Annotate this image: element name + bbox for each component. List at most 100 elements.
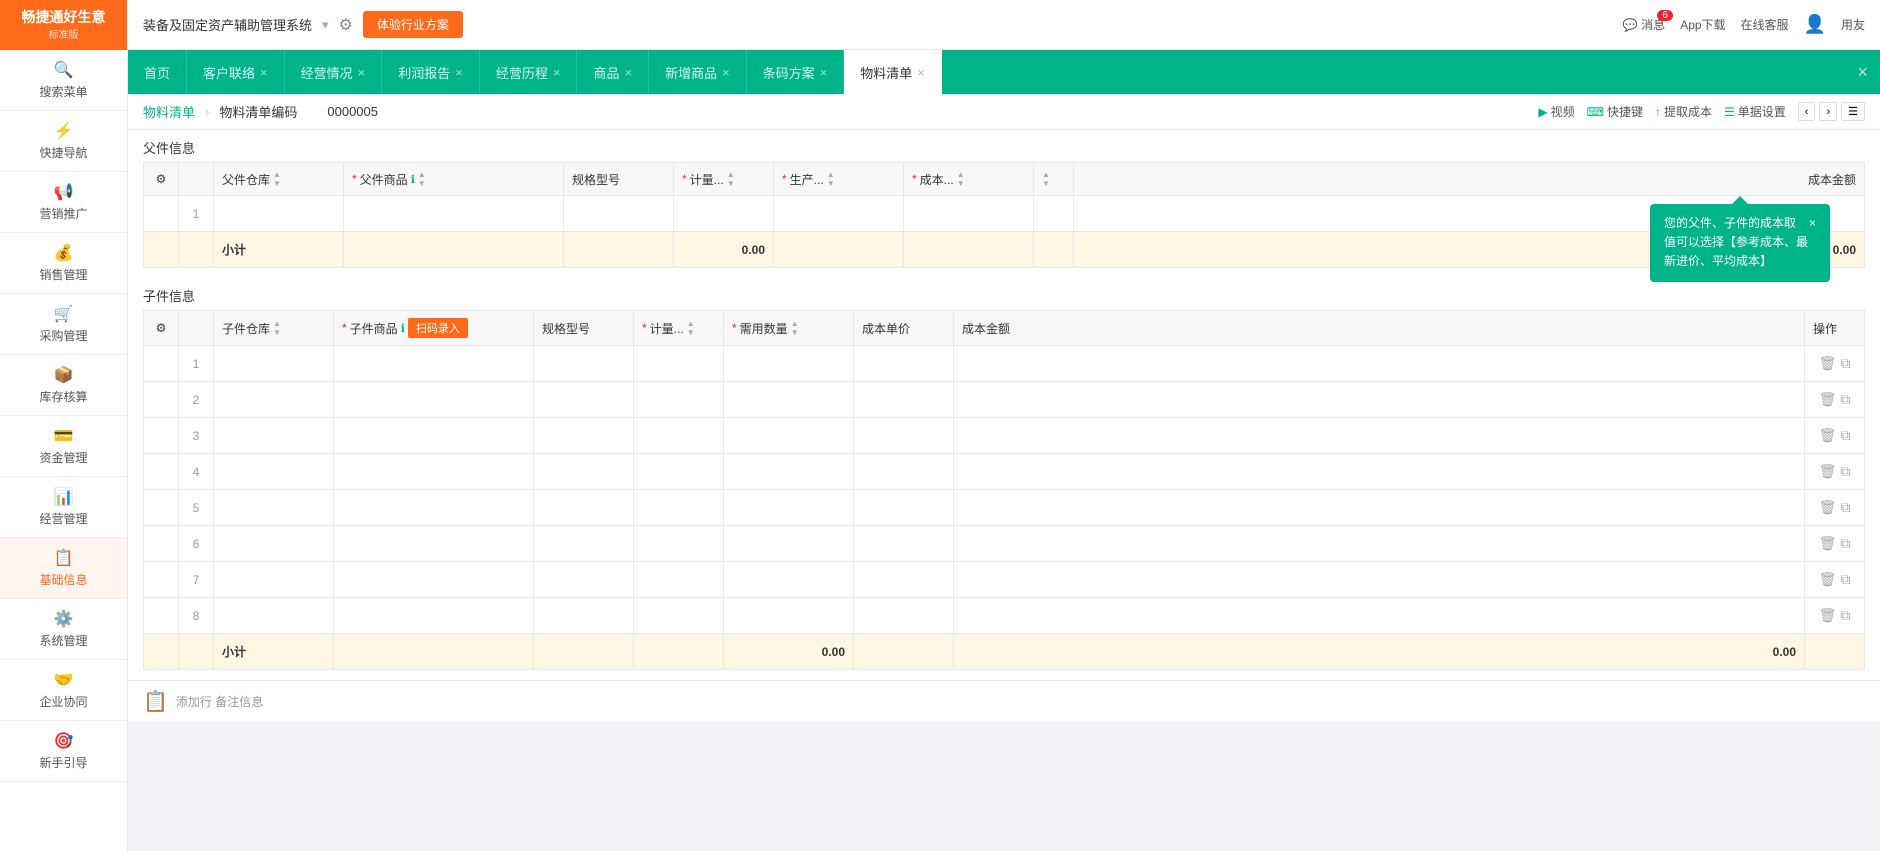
- child-th-price: 成本单价: [854, 311, 954, 346]
- view-btn[interactable]: ▶ 视频: [1538, 103, 1574, 120]
- tab-close-icon[interactable]: ×: [917, 65, 925, 80]
- tab-home[interactable]: 首页: [128, 50, 187, 94]
- copy-icon[interactable]: ⧉: [1840, 607, 1850, 624]
- info-icon: ℹ: [411, 173, 415, 186]
- tab-close-icon[interactable]: ×: [820, 65, 828, 80]
- sidebar-item-guide[interactable]: 🎯 新手引导: [0, 721, 127, 782]
- sidebar-item-finance[interactable]: 💳 资金管理: [0, 416, 127, 477]
- tooltip-close-btn[interactable]: ×: [1809, 214, 1816, 233]
- sidebar-item-search[interactable]: 🔍 搜索菜单: [0, 50, 127, 111]
- user-avatar: 👤: [1804, 14, 1826, 35]
- sidebar-item-purchase[interactable]: 🛒 采购管理: [0, 294, 127, 355]
- app-download[interactable]: App下载: [1680, 16, 1725, 33]
- copy-icon[interactable]: ⧉: [1840, 463, 1850, 480]
- parent-cell-cost[interactable]: [904, 196, 1034, 232]
- child-cell-spec[interactable]: [534, 382, 634, 418]
- sidebar-item-basic[interactable]: 📋 基础信息: [0, 538, 127, 599]
- online-service[interactable]: 在线客服: [1741, 16, 1789, 33]
- tab-bom[interactable]: 物料清单 ×: [844, 50, 942, 94]
- sidebar-item-label: 基础信息: [39, 571, 87, 588]
- sort-arrows[interactable]: ▲▼: [273, 170, 281, 188]
- tab-close-icon[interactable]: ×: [553, 65, 561, 80]
- sidebar-item-inventory[interactable]: 📦 库存核算: [0, 355, 127, 416]
- message-badge[interactable]: 💬 消息 6: [1623, 16, 1665, 33]
- scan-btn[interactable]: 扫码录入: [408, 318, 468, 338]
- child-cell-qty[interactable]: [724, 382, 854, 418]
- trial-btn[interactable]: 体验行业方案: [363, 11, 463, 38]
- child-cell-warehouse[interactable]: [214, 346, 334, 382]
- tab-customer[interactable]: 客户联络 ×: [187, 50, 285, 94]
- child-cell-spec[interactable]: [534, 346, 634, 382]
- sort-arrows[interactable]: ▲▼: [727, 170, 735, 188]
- parent-cell-production[interactable]: [774, 196, 904, 232]
- copy-icon[interactable]: ⧉: [1840, 535, 1850, 552]
- delete-icon[interactable]: 🗑: [1819, 355, 1837, 372]
- parent-cell-warehouse[interactable]: [214, 196, 344, 232]
- list-view-btn[interactable]: ☰: [1841, 102, 1865, 121]
- delete-icon[interactable]: 🗑: [1819, 499, 1837, 516]
- tab-close-icon[interactable]: ×: [722, 65, 730, 80]
- close-all-btn[interactable]: ×: [1845, 62, 1880, 83]
- dropdown-arrow[interactable]: ▾: [322, 17, 329, 33]
- sort-arrows[interactable]: ▲▼: [957, 170, 965, 188]
- copy-icon[interactable]: ⧉: [1840, 571, 1850, 588]
- sort-arrows[interactable]: ▲▼: [418, 170, 426, 188]
- bottom-bar: 📋 添加行 备注信息: [128, 680, 1880, 722]
- child-cell-product[interactable]: [334, 382, 534, 418]
- delete-icon[interactable]: 🗑: [1819, 427, 1837, 444]
- shortcut-btn[interactable]: ⌨ 快捷键: [1587, 103, 1643, 120]
- child-cell-qty[interactable]: [724, 346, 854, 382]
- sort-arrows[interactable]: ▲▼: [1042, 170, 1065, 188]
- delete-icon[interactable]: 🗑: [1819, 607, 1837, 624]
- tab-close-icon[interactable]: ×: [624, 65, 632, 80]
- sidebar-item-quicknav[interactable]: ⚡ 快捷导航: [0, 111, 127, 172]
- child-subtotal-amount: 0.00: [954, 634, 1805, 670]
- tab-close-icon[interactable]: ×: [455, 65, 463, 80]
- parent-th-cost: *成本...▲▼: [904, 163, 1034, 196]
- tab-operation[interactable]: 经营情况 ×: [285, 50, 383, 94]
- copy-icon[interactable]: ⧉: [1840, 355, 1850, 372]
- tab-history[interactable]: 经营历程 ×: [480, 50, 578, 94]
- prev-btn[interactable]: ‹: [1798, 102, 1816, 121]
- child-table: ⚙ 子件仓库▲▼ *子件商品ℹ 扫码录入 规格型号: [143, 310, 1865, 670]
- sidebar-item-marketing[interactable]: 📢 营销推广: [0, 172, 127, 233]
- delete-icon[interactable]: 🗑: [1819, 391, 1837, 408]
- next-btn[interactable]: ›: [1819, 102, 1837, 121]
- child-cell-unit[interactable]: [634, 382, 724, 418]
- tab-close-icon[interactable]: ×: [358, 65, 366, 80]
- child-cell-product[interactable]: [334, 346, 534, 382]
- sidebar-item-operation[interactable]: 📊 经营管理: [0, 477, 127, 538]
- delete-icon[interactable]: 🗑: [1819, 571, 1837, 588]
- sidebar-item-system[interactable]: ⚙️ 系统管理: [0, 599, 127, 660]
- sort-arrows[interactable]: ▲▼: [827, 170, 835, 188]
- single-setting-btn[interactable]: ☰ 单据设置: [1724, 103, 1786, 120]
- tab-barcode[interactable]: 条码方案 ×: [747, 50, 845, 94]
- parent-cell-spec[interactable]: [564, 196, 674, 232]
- parent-th-extra: ▲▼: [1034, 163, 1074, 196]
- sort-arrows[interactable]: ▲▼: [273, 319, 281, 337]
- tab-profit[interactable]: 利润报告 ×: [382, 50, 480, 94]
- sidebar-item-enterprise[interactable]: 🤝 企业协同: [0, 660, 127, 721]
- child-th-settings[interactable]: ⚙: [144, 311, 179, 346]
- sidebar-item-sales[interactable]: 💰 销售管理: [0, 233, 127, 294]
- copy-icon[interactable]: ⧉: [1840, 499, 1850, 516]
- child-cell-unit[interactable]: [634, 346, 724, 382]
- sort-arrows[interactable]: ▲▼: [791, 319, 799, 337]
- extract-cost-btn[interactable]: ↑ 提取成本: [1655, 103, 1712, 120]
- delete-icon[interactable]: 🗑: [1819, 463, 1837, 480]
- copy-icon[interactable]: ⧉: [1840, 427, 1850, 444]
- child-cell-price[interactable]: [854, 382, 954, 418]
- sort-arrows[interactable]: ▲▼: [687, 319, 695, 337]
- tab-product[interactable]: 商品 ×: [577, 50, 649, 94]
- delete-icon[interactable]: 🗑: [1819, 535, 1837, 552]
- breadcrumb-link[interactable]: 物料清单: [143, 102, 195, 121]
- copy-icon[interactable]: ⧉: [1840, 391, 1850, 408]
- parent-cell-unit[interactable]: [674, 196, 774, 232]
- tab-close-icon[interactable]: ×: [260, 65, 268, 80]
- settings-icon[interactable]: ⚙: [339, 15, 353, 35]
- tab-new-product[interactable]: 新增商品 ×: [649, 50, 747, 94]
- parent-cell-product[interactable]: [344, 196, 564, 232]
- child-cell-price[interactable]: [854, 346, 954, 382]
- child-cell-warehouse[interactable]: [214, 382, 334, 418]
- parent-th-settings[interactable]: ⚙: [144, 163, 179, 196]
